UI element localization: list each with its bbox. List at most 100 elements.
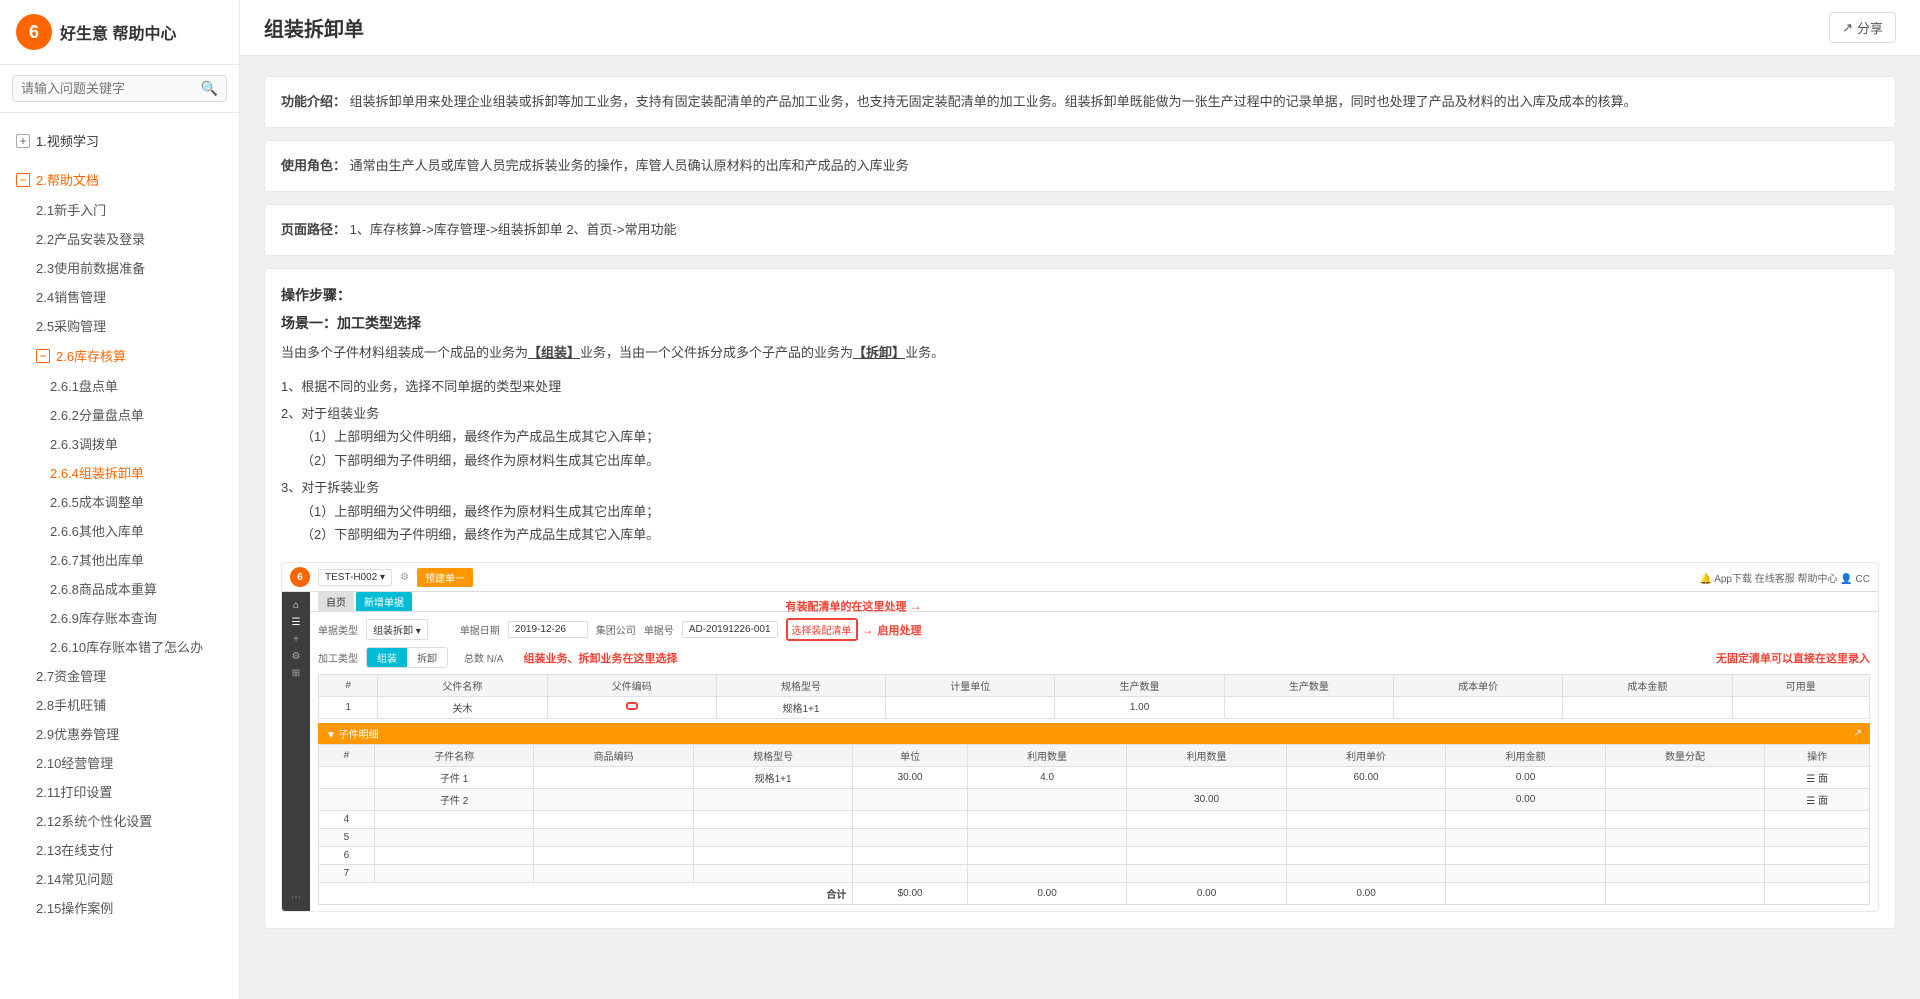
role-label: 使用角色： xyxy=(281,158,346,173)
ss-qty-label: 总数 N/A xyxy=(464,650,503,665)
sidebar-item-2-7[interactable]: 2.7资金管理 xyxy=(36,661,239,690)
ss-add-icon: + xyxy=(293,634,299,645)
nav-section-1: + 1.视频学习 xyxy=(0,121,239,160)
role-text: 通常由生产人员或库管人员完成拆装业务的操作，库管人员确认原材料的出库和产成品的入… xyxy=(350,158,909,173)
logo-bar: 6 好生意 帮助中心 xyxy=(0,0,239,65)
sidebar-item-2-12[interactable]: 2.12系统个性化设置 xyxy=(36,806,239,835)
ss-assembly-tab: 组装 xyxy=(367,648,407,667)
search-icon[interactable]: 🔍 xyxy=(201,80,218,97)
scenario1-desc: 当由多个子件材料组装成一个成品的业务为【组装】业务，当由一个父件拆分成多个子产品… xyxy=(281,341,1879,364)
sidebar-item-2-6-8[interactable]: 2.6.8商品成本重算 xyxy=(50,574,239,603)
ss-disassembly-tab: 拆卸 xyxy=(407,648,447,667)
ss-org-label: 集团公司 xyxy=(596,622,636,637)
path-block: 页面路径： 1、库存核算->库存管理->组装拆卸单 2、首页->常用功能 xyxy=(264,204,1896,256)
sidebar-item-new-user[interactable]: 2.1新手入门 xyxy=(36,195,239,224)
sidebar-item-2-9[interactable]: 2.9优惠券管理 xyxy=(36,719,239,748)
sidebar-item-2-6-5[interactable]: 2.6.5成本调整单 xyxy=(50,487,239,516)
ss-form-row1: 单据类型 组装拆卸 ▾ 单据日期 2019-12-26 集团公司 单据号 AD-… xyxy=(318,618,1870,641)
ss-annotation3: 组装业务、拆卸业务在这里选择 xyxy=(523,650,677,666)
nav-section-2-6: − 2.6库存核算 2.6.1盘点单 2.6.2分量盘点单 2.6.3调拨单 2… xyxy=(36,340,239,661)
ss-spacer: ⚙ xyxy=(400,572,409,583)
sidebar-item-2-6-2[interactable]: 2.6.2分量盘点单 xyxy=(50,400,239,429)
sidebar-item-2-6-3[interactable]: 2.6.3调拨单 xyxy=(50,429,239,458)
sidebar-item-data-prep[interactable]: 2.3使用前数据准备 xyxy=(36,253,239,282)
ss-annotation4-area: 无固定清单可以直接在这里录入 xyxy=(1716,650,1870,666)
ss-upper-table-area: # 父件名称 父件编码 规格型号 计量单位 生产数量 生产数量 成本单价 xyxy=(318,674,1870,719)
step-2-2: （2）下部明细为子件明细，最终作为原材料生成其它出库单。 xyxy=(301,449,1879,472)
table-row: 4 xyxy=(319,811,1870,829)
ss-type-row: 加工类型 组装 拆卸 总数 N/A 组装业务、拆卸业务在这里选择 xyxy=(318,647,1870,668)
step-3: 3、对于拆装业务 xyxy=(281,476,1879,499)
ss-proc-tabs: 组装 拆卸 xyxy=(366,647,448,668)
nav-sub-items-2-6: 2.6.1盘点单 2.6.2分量盘点单 2.6.3调拨单 2.6.4组装拆卸单 … xyxy=(36,371,239,661)
top-bar: 组装拆卸单 ↗ 分享 xyxy=(240,0,1920,56)
ss-annotation1-label: 有装配清单的在这里处理 → xyxy=(786,598,922,614)
expand-icon: + xyxy=(16,134,30,148)
operations-heading: 操作步骤： xyxy=(281,285,1879,305)
ss-more-icon: ⋯ xyxy=(291,892,301,903)
share-icon: ↗ xyxy=(1842,20,1853,36)
search-input[interactable] xyxy=(21,81,201,96)
table-row: 5 xyxy=(319,829,1870,847)
step-2: 2、对于组装业务 xyxy=(281,402,1879,425)
sidebar-item-2-6-7[interactable]: 2.6.7其他出库单 xyxy=(50,545,239,574)
sidebar-item-video-learning[interactable]: + 1.视频学习 xyxy=(0,125,239,156)
sidebar-item-purchase[interactable]: 2.5采购管理 xyxy=(36,311,239,340)
search-bar: 🔍 xyxy=(0,65,239,113)
feature-intro-label: 功能介绍： xyxy=(281,94,346,109)
screenshot-body: ⌂ ☰ + ⚙ ⊞ ⋯ 自页 新增单据 xyxy=(282,592,1878,911)
sidebar-item-2-6-1[interactable]: 2.6.1盘点单 xyxy=(50,371,239,400)
content-area: 功能介绍： 组装拆卸单用来处理企业组装或拆卸等加工业务，支持有固定装配清单的产品… xyxy=(240,56,1920,999)
scenario1-heading: 场景一：加工类型选择 xyxy=(281,313,1879,333)
search-wrap[interactable]: 🔍 xyxy=(12,75,227,102)
feature-intro-text: 组装拆卸单用来处理企业组装或拆卸等加工业务，支持有固定装配清单的产品加工业务，也… xyxy=(350,94,1637,109)
logo-text: 好生意 帮助中心 xyxy=(60,20,176,44)
sidebar-item-2-6-9[interactable]: 2.6.9库存账本查询 xyxy=(50,603,239,632)
ss-home-icon: ⌂ xyxy=(293,600,299,611)
ss-date-label: 单据日期 xyxy=(460,622,500,637)
sidebar-item-2-13[interactable]: 2.13在线支付 xyxy=(36,835,239,864)
sidebar-item-2-15[interactable]: 2.15操作案例 xyxy=(36,893,239,922)
sidebar-item-2-6-4[interactable]: 2.6.4组装拆卸单 xyxy=(50,458,239,487)
page-title: 组装拆卸单 xyxy=(264,13,364,42)
table-row: 子件 2 30.00 0.00 xyxy=(319,789,1870,811)
sidebar-item-install[interactable]: 2.2产品安装及登录 xyxy=(36,224,239,253)
ss-icon-strip: ⌂ ☰ + ⚙ ⊞ ⋯ xyxy=(282,592,310,911)
ss-list-icon: ☰ xyxy=(292,617,301,628)
ss-tab-home: 自页 xyxy=(318,592,354,611)
table-row: 1 关木 规格1+1 1.00 xyxy=(319,697,1870,719)
ss-orderno-label: 单据号 xyxy=(644,622,674,637)
sidebar-item-2-8[interactable]: 2.8手机旺铺 xyxy=(36,690,239,719)
sidebar-item-help-docs[interactable]: − 2.帮助文档 xyxy=(0,164,239,195)
step-3-2: （2）下部明细为子件明细，最终作为产成品生成其它入库单。 xyxy=(301,523,1879,546)
nav-section-2: − 2.帮助文档 2.1新手入门 2.2产品安装及登录 2.3使用前数据准备 2… xyxy=(0,160,239,926)
ss-select-assembly-btn: 选择装配清单 xyxy=(786,618,858,641)
path-label: 页面路径： xyxy=(281,222,346,237)
ss-orange-bar: ▼ 子件明细 ↗ xyxy=(318,723,1870,744)
share-button[interactable]: ↗ 分享 xyxy=(1829,12,1896,43)
sidebar-item-sales[interactable]: 2.4销售管理 xyxy=(36,282,239,311)
ss-gear-icon: ⚙ xyxy=(292,651,301,662)
sidebar-item-2-14[interactable]: 2.14常见问题 xyxy=(36,864,239,893)
ss-print-icon: ⊞ xyxy=(292,668,300,679)
sidebar-item-2-11[interactable]: 2.11打印设置 xyxy=(36,777,239,806)
ss-date-input: 2019-12-26 xyxy=(508,621,588,638)
table-row: 子件 1 规格1+1 30.00 4.0 60.00 0.00 xyxy=(319,767,1870,789)
ss-tab-new: 新增单据 xyxy=(356,592,412,611)
operations-block: 操作步骤： 场景一：加工类型选择 当由多个子件材料组装成一个成品的业务为【组装】… xyxy=(264,268,1896,929)
collapse-icon: − xyxy=(16,173,30,187)
table-footer-row: 合计 $0.00 0.00 0.00 0.00 xyxy=(319,883,1870,905)
feature-intro-block: 功能介绍： 组装拆卸单用来处理企业组装或拆卸等加工业务，支持有固定装配清单的产品… xyxy=(264,76,1896,128)
path-text: 1、库存核算->库存管理->组装拆卸单 2、首页->常用功能 xyxy=(350,222,677,237)
screenshot-container: 6 TEST-H002 ▾ ⚙ 预建单一 🔔 App下载 在线客服 帮助中心 👤… xyxy=(281,562,1879,912)
logo-icon: 6 xyxy=(16,14,52,50)
table-row: 6 xyxy=(319,847,1870,865)
ss-proc-label: 加工类型 xyxy=(318,650,358,665)
sidebar-item-2-6-6[interactable]: 2.6.6其他入库单 xyxy=(50,516,239,545)
sidebar-item-2-10[interactable]: 2.10经营管理 xyxy=(36,748,239,777)
nav-tree: + 1.视频学习 − 2.帮助文档 2.1新手入门 2.2产品安装及登录 2.3… xyxy=(0,113,239,999)
sidebar-item-2-6-10[interactable]: 2.6.10库存账本错了怎么办 xyxy=(50,632,239,661)
sidebar-item-inventory[interactable]: − 2.6库存核算 xyxy=(36,340,239,371)
ss-lower-table-area: # 子件名称 商品编码 规格型号 单位 利用数量 利用数量 利用单价 xyxy=(318,744,1870,905)
ss-nav-tabs: 自页 新增单据 xyxy=(310,592,1878,612)
